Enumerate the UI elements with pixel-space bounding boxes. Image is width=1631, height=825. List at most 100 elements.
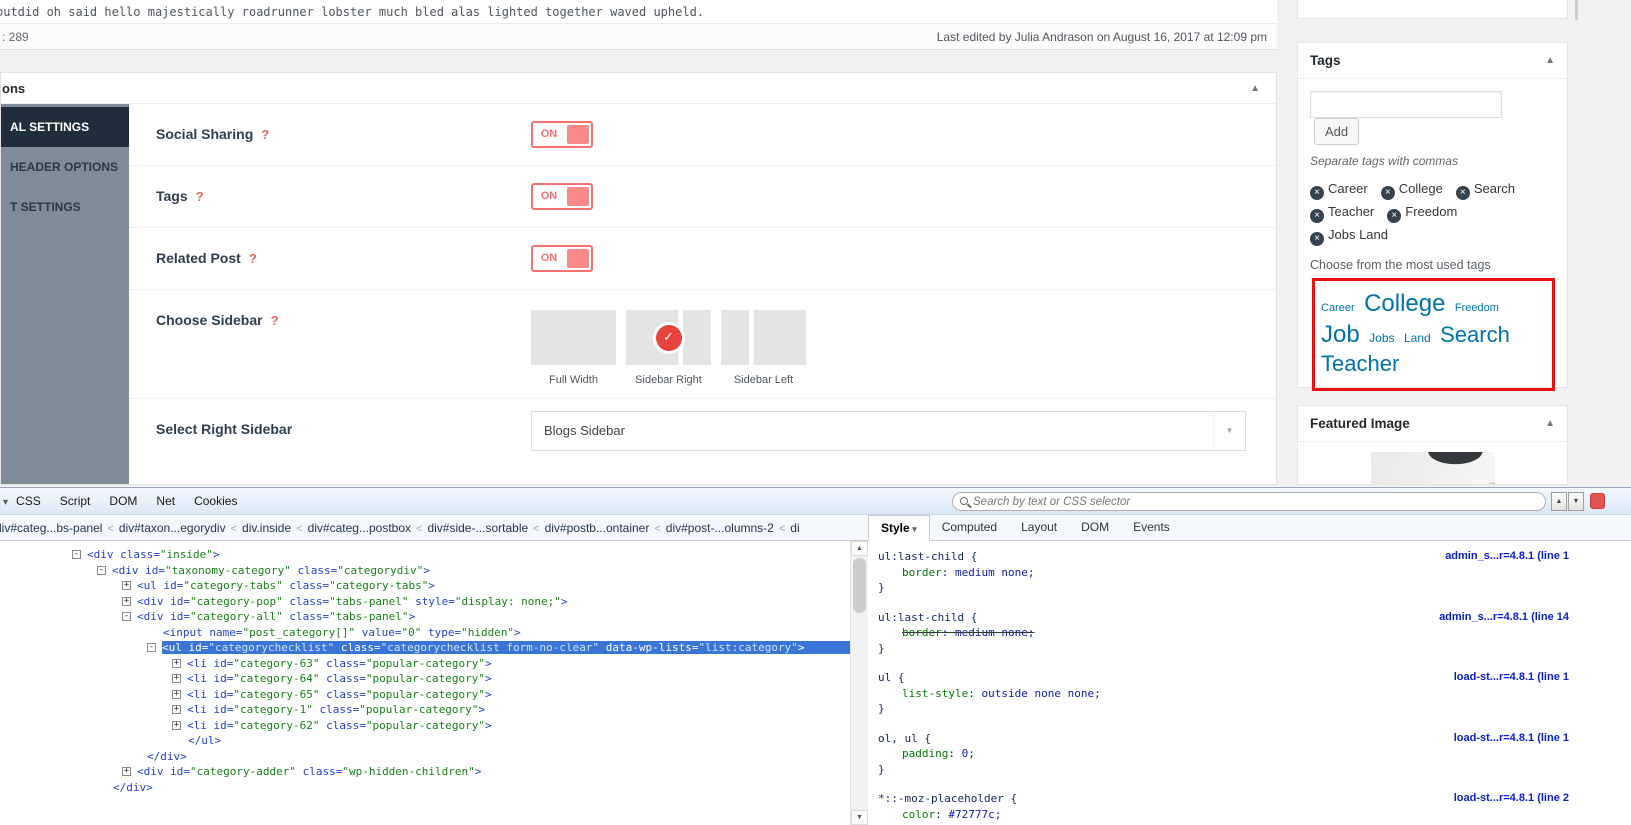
stylesheet-link[interactable]: load-st...r=4.8.1 (line 2 bbox=[1454, 791, 1569, 807]
remove-tag-icon[interactable]: × bbox=[1455, 186, 1470, 200]
expander-icon[interactable]: + bbox=[122, 767, 131, 777]
window-scrollbar[interactable] bbox=[1575, 0, 1578, 20]
css-selector[interactable]: ol, ul bbox=[878, 732, 918, 745]
tree-node[interactable]: + <li id="category-63" class="popular-cat… bbox=[0, 656, 850, 672]
tags-panel-header[interactable]: Tags ▲ bbox=[1298, 43, 1567, 79]
side-panel-tab-style[interactable]: Style ▾ bbox=[868, 515, 930, 541]
breadcrumb-item[interactable]: div#categ...bs-panel bbox=[0, 521, 102, 535]
help-icon[interactable]: ? bbox=[196, 189, 204, 204]
breadcrumb-item[interactable]: div#postb...ontainer bbox=[545, 521, 650, 535]
editor-text-area[interactable]: outdid oh said hello majestically roadru… bbox=[0, 0, 1277, 24]
help-icon[interactable]: ? bbox=[271, 313, 279, 328]
cloud-tag[interactable]: Jobs bbox=[1369, 331, 1394, 345]
cloud-tag[interactable]: College bbox=[1364, 290, 1445, 317]
stylesheet-link[interactable]: load-st...r=4.8.1 (line 1 bbox=[1454, 731, 1569, 747]
expander-icon[interactable]: - bbox=[97, 565, 106, 575]
expander-icon[interactable]: - bbox=[122, 612, 131, 622]
collapse-arrow-icon[interactable]: ▲ bbox=[1545, 406, 1555, 442]
breadcrumb-item[interactable]: div#categ...postbox bbox=[308, 521, 411, 535]
remove-tag-icon[interactable]: × bbox=[1310, 232, 1324, 246]
remove-tag-icon[interactable]: × bbox=[1380, 186, 1395, 200]
breadcrumb-item[interactable]: di bbox=[790, 521, 799, 535]
tree-scrollbar[interactable]: ▲ ▼ bbox=[850, 541, 868, 825]
tree-node[interactable]: - <div id="taxonomy-category" class="cate… bbox=[0, 563, 850, 579]
search-prev-button[interactable]: ▲ bbox=[1551, 492, 1567, 511]
stylesheet-link[interactable]: admin_s...r=4.8.1 (line 14 bbox=[1439, 610, 1569, 626]
stylesheet-link[interactable]: admin_s...r=4.8.1 (line 1 bbox=[1445, 549, 1569, 565]
cloud-tag[interactable]: Teacher bbox=[1321, 351, 1399, 376]
options-nav-item[interactable]: HEADER OPTIONS bbox=[1, 147, 129, 187]
tree-node[interactable]: </ul> bbox=[0, 733, 850, 749]
expander-icon[interactable]: + bbox=[172, 674, 181, 684]
sidebar-layout-option[interactable]: Sidebar Left bbox=[721, 310, 806, 386]
side-panel-tab-layout[interactable]: Layout bbox=[1009, 515, 1069, 540]
tree-node[interactable]: + <li id="category-1" class="popular-cate… bbox=[0, 702, 850, 718]
featured-image-thumbnail[interactable] bbox=[1370, 452, 1495, 484]
add-tag-button[interactable]: Add bbox=[1314, 118, 1360, 145]
firebug-close-button[interactable] bbox=[1590, 493, 1605, 509]
side-panel-tab-events[interactable]: Events bbox=[1121, 515, 1182, 540]
expander-icon[interactable]: + bbox=[172, 658, 181, 668]
css-declaration[interactable]: padding: 0; bbox=[878, 746, 1631, 762]
new-tag-input[interactable] bbox=[1310, 91, 1502, 118]
firebug-tab-cookies[interactable]: Cookies bbox=[194, 488, 237, 515]
tree-node[interactable]: - <div id="category-all" class="tabs-pane… bbox=[0, 609, 850, 625]
firebug-tab-dom[interactable]: DOM bbox=[109, 488, 137, 515]
right-sidebar-select[interactable]: Blogs Sidebar ▼ bbox=[531, 411, 1246, 451]
options-nav-item[interactable]: AL SETTINGS bbox=[1, 107, 129, 147]
scroll-down-icon[interactable]: ▼ bbox=[851, 810, 868, 825]
expander-icon[interactable]: + bbox=[122, 581, 131, 591]
firebug-tab-script[interactable]: Script bbox=[60, 488, 91, 515]
tree-node[interactable]: + <div id="category-adder" class="wp-hidd… bbox=[0, 764, 850, 780]
tree-node[interactable]: + <div id="category-pop" class="tabs-pane… bbox=[0, 594, 850, 610]
firebug-search-box[interactable] bbox=[952, 492, 1546, 511]
breadcrumb-item[interactable]: div.inside bbox=[242, 521, 291, 535]
css-declaration[interactable]: color: #72777c; bbox=[878, 807, 1631, 823]
breadcrumb-item[interactable]: div#post-...olumns-2 bbox=[666, 521, 774, 535]
expander-icon[interactable]: + bbox=[172, 720, 181, 730]
remove-tag-icon[interactable]: × bbox=[1310, 186, 1324, 200]
options-panel-header[interactable]: ons ▲ bbox=[1, 73, 1276, 104]
css-selector[interactable]: ul bbox=[878, 671, 891, 684]
css-selector[interactable]: ul:last-child bbox=[878, 550, 964, 563]
search-input[interactable] bbox=[973, 494, 1537, 509]
cloud-tag[interactable]: Search bbox=[1440, 322, 1510, 347]
css-selector[interactable]: *::-moz-placeholder bbox=[878, 792, 1004, 805]
remove-tag-icon[interactable]: × bbox=[1387, 209, 1402, 223]
css-declaration[interactable]: border: medium none; bbox=[878, 625, 1631, 641]
firebug-tab-net[interactable]: Net bbox=[156, 488, 175, 515]
css-declaration[interactable]: list-style: outside none none; bbox=[878, 686, 1631, 702]
sidebar-layout-option[interactable]: ✓ Sidebar Right bbox=[626, 310, 711, 386]
breadcrumb-item[interactable]: div#taxon...egorydiv bbox=[119, 521, 226, 535]
remove-tag-icon[interactable]: × bbox=[1310, 209, 1324, 223]
cloud-tag[interactable]: Land bbox=[1404, 331, 1431, 345]
side-panel-tab-dom[interactable]: DOM bbox=[1069, 515, 1121, 540]
cloud-tag[interactable]: Freedom bbox=[1455, 302, 1499, 314]
breadcrumb-item[interactable]: div#side-...sortable bbox=[427, 521, 528, 535]
search-next-button[interactable]: ▼ bbox=[1568, 492, 1584, 511]
most-used-tags-link[interactable]: Choose from the most used tags bbox=[1310, 258, 1555, 272]
collapse-arrow-icon[interactable]: ▲ bbox=[1545, 43, 1555, 79]
side-panel-tab-computed[interactable]: Computed bbox=[930, 515, 1009, 540]
tree-node[interactable]: - <ul id="categorychecklist" class="categ… bbox=[0, 640, 850, 656]
expander-icon[interactable]: + bbox=[172, 689, 181, 699]
expander-icon[interactable]: - bbox=[147, 643, 156, 653]
toggle-switch[interactable]: ON bbox=[531, 121, 593, 148]
scroll-up-icon[interactable]: ▲ bbox=[851, 541, 868, 556]
options-nav-item[interactable]: T SETTINGS bbox=[1, 187, 129, 227]
help-icon[interactable]: ? bbox=[249, 251, 257, 266]
stylesheet-link[interactable]: load-st...r=4.8.1 (line 1 bbox=[1454, 670, 1569, 686]
help-icon[interactable]: ? bbox=[261, 127, 269, 142]
scroll-thumb[interactable] bbox=[853, 558, 866, 613]
partial-tab-caret-icon[interactable]: ▾ bbox=[3, 489, 8, 516]
css-declaration[interactable]: border: medium none; bbox=[878, 565, 1631, 581]
tree-node[interactable]: <input name="post_category[]" value="0" … bbox=[0, 625, 850, 641]
tree-node[interactable]: </div> bbox=[0, 780, 850, 796]
expander-icon[interactable]: - bbox=[72, 550, 81, 560]
expander-icon[interactable]: + bbox=[172, 705, 181, 715]
tree-node[interactable]: + <li id="category-65" class="popular-cat… bbox=[0, 687, 850, 703]
css-selector[interactable]: ul:last-child bbox=[878, 611, 964, 624]
toggle-switch[interactable]: ON bbox=[531, 245, 593, 272]
expander-icon[interactable]: + bbox=[122, 596, 131, 606]
firebug-tab-css[interactable]: CSS bbox=[16, 488, 41, 515]
